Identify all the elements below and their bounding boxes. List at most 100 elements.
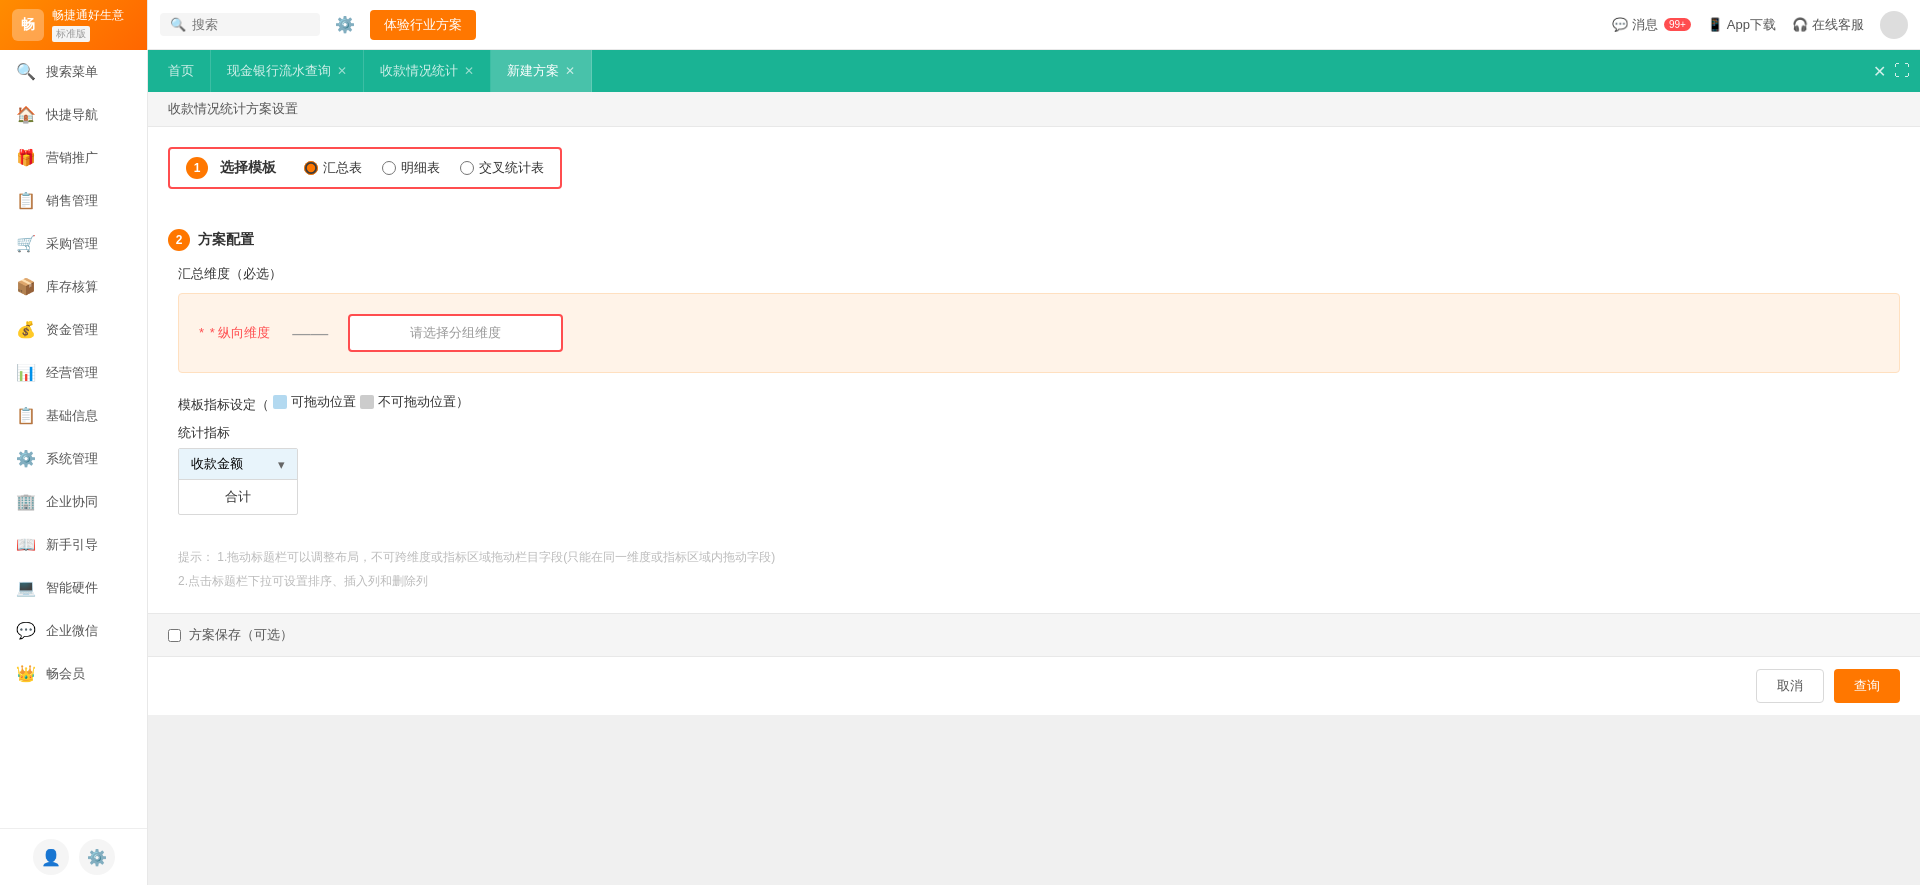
sidebar-item-search-menu[interactable]: 🔍 搜索菜单 xyxy=(0,50,147,93)
sidebar-item-label: 搜索菜单 xyxy=(46,63,98,81)
sidebar-item-label: 系统管理 xyxy=(46,450,98,468)
settings-icon[interactable]: ⚙️ xyxy=(79,839,115,875)
radio-crosstab-input[interactable] xyxy=(460,161,474,175)
tab-bar: 首页 现金银行流水查询 ✕ 收款情况统计 ✕ 新建方案 ✕ ✕ ⛶ xyxy=(148,50,1920,92)
metrics-header-label: 模板指标设定（ 可拖动位置 不可拖动位置） xyxy=(178,393,469,414)
step2-title: 方案配置 xyxy=(198,231,254,249)
radio-summary-input[interactable] xyxy=(304,161,318,175)
tab-bank-flow-close-icon[interactable]: ✕ xyxy=(337,64,347,78)
service-item[interactable]: 🎧 在线客服 xyxy=(1792,16,1864,34)
step1-number: 1 xyxy=(186,157,208,179)
download-label: App下载 xyxy=(1727,16,1776,34)
metrics-table: 收款金额 ▾ 合计 xyxy=(178,448,298,515)
metrics-total-cell: 合计 xyxy=(179,480,297,514)
service-label: 在线客服 xyxy=(1812,16,1864,34)
tab-new-plan[interactable]: 新建方案 ✕ xyxy=(491,50,592,92)
cancel-button[interactable]: 取消 xyxy=(1756,669,1824,703)
cart-icon: 🛒 xyxy=(16,234,36,253)
sidebar-item-operation[interactable]: 📊 经营管理 xyxy=(0,351,147,394)
sidebar-item-system[interactable]: ⚙️ 系统管理 xyxy=(0,437,147,480)
tabs-right-controls: ✕ ⛶ xyxy=(1863,50,1920,92)
home-icon: 🏠 xyxy=(16,105,36,124)
logo-icon: 畅 xyxy=(12,9,44,41)
step2-header: 2 方案配置 xyxy=(168,229,1900,251)
non-draggable-label: 不可拖动位置） xyxy=(378,393,469,411)
query-button[interactable]: 查询 xyxy=(1834,669,1900,703)
metrics-column-header[interactable]: 收款金额 ▾ xyxy=(179,449,297,480)
search-menu-icon: 🔍 xyxy=(16,62,36,81)
tab-new-plan-close-icon[interactable]: ✕ xyxy=(565,64,575,78)
sidebar-item-wechat[interactable]: 💬 企业微信 xyxy=(0,609,147,652)
package-icon: 📦 xyxy=(16,277,36,296)
radio-detail-input[interactable] xyxy=(382,161,396,175)
step1-label: 选择模板 xyxy=(220,159,276,177)
search-icon: 🔍 xyxy=(170,17,186,32)
tab-close-all-icon[interactable]: ✕ xyxy=(1873,62,1886,81)
tab-home[interactable]: 首页 xyxy=(148,50,211,92)
topbar: 🔍 ⚙️ 体验行业方案 💬 消息 99+ 📱 App下载 🎧 在线客服 xyxy=(148,0,1920,50)
sidebar-item-quick-nav[interactable]: 🏠 快捷导航 xyxy=(0,93,147,136)
sidebar-item-basic-info[interactable]: 📋 基础信息 xyxy=(0,394,147,437)
config-area: 汇总维度（必选） * * 纵向维度 —— 请选择分组维度 xyxy=(168,265,1900,593)
download-item[interactable]: 📱 App下载 xyxy=(1707,16,1776,34)
sidebar-item-hardware[interactable]: 💻 智能硬件 xyxy=(0,566,147,609)
sidebar-item-label: 资金管理 xyxy=(46,321,98,339)
sidebar-item-enterprise[interactable]: 🏢 企业协同 xyxy=(0,480,147,523)
metrics-header-row: 模板指标设定（ 可拖动位置 不可拖动位置） xyxy=(178,393,1900,414)
page-body: 1 选择模板 汇总表 明细表 交叉统计表 xyxy=(148,127,1920,613)
metrics-section: 模板指标设定（ 可拖动位置 不可拖动位置） 统计指标 xyxy=(178,393,1900,515)
sidebar-item-label: 畅会员 xyxy=(46,665,85,683)
save-checkbox[interactable] xyxy=(168,629,181,642)
user-icon[interactable]: 👤 xyxy=(33,839,69,875)
dimension-arrow: —— xyxy=(292,323,328,344)
radio-crosstab[interactable]: 交叉统计表 xyxy=(460,159,544,177)
tab-receipt-stat-label: 收款情况统计 xyxy=(380,62,458,80)
message-badge: 99+ xyxy=(1664,18,1691,31)
sidebar-item-guide[interactable]: 📖 新手引导 xyxy=(0,523,147,566)
radio-summary[interactable]: 汇总表 xyxy=(304,159,362,177)
sidebar-item-label: 采购管理 xyxy=(46,235,98,253)
config-subtitle: 汇总维度（必选） xyxy=(178,265,1900,283)
sidebar-item-purchase[interactable]: 🛒 采购管理 xyxy=(0,222,147,265)
sidebar-item-sales[interactable]: 📋 销售管理 xyxy=(0,179,147,222)
tip-1: 提示： 1.拖动标题栏可以调整布局，不可跨维度或指标区域拖动栏目字段(只能在同一… xyxy=(178,545,1900,569)
dimension-select-button[interactable]: 请选择分组维度 xyxy=(348,314,563,352)
radio-crosstab-label: 交叉统计表 xyxy=(479,159,544,177)
metrics-dropdown-icon[interactable]: ▾ xyxy=(278,457,285,472)
main-area: 🔍 ⚙️ 体验行业方案 💬 消息 99+ 📱 App下载 🎧 在线客服 首页 xyxy=(148,0,1920,885)
tab-expand-icon[interactable]: ⛶ xyxy=(1894,62,1910,80)
sidebar-item-marketing[interactable]: 🎁 营销推广 xyxy=(0,136,147,179)
gear-icon: ⚙️ xyxy=(16,449,36,468)
topbar-right: 💬 消息 99+ 📱 App下载 🎧 在线客服 xyxy=(1612,11,1908,39)
tips-section: 提示： 1.拖动标题栏可以调整布局，不可跨维度或指标区域拖动栏目字段(只能在同一… xyxy=(178,545,1900,593)
sidebar-logo: 畅 畅捷通好生意 标准版 xyxy=(0,0,147,50)
step2-container: 2 方案配置 汇总维度（必选） * * 纵向维度 —— 请选择分组维度 xyxy=(168,229,1900,593)
sidebar-item-finance[interactable]: 💰 资金管理 xyxy=(0,308,147,351)
sidebar-item-member[interactable]: 👑 畅会员 xyxy=(0,652,147,695)
step1-container: 1 选择模板 汇总表 明细表 交叉统计表 xyxy=(168,147,1900,209)
message-item[interactable]: 💬 消息 99+ xyxy=(1612,16,1691,34)
search-box[interactable]: 🔍 xyxy=(160,13,320,36)
sidebar-item-inventory[interactable]: 📦 库存核算 xyxy=(0,265,147,308)
sidebar-item-label: 智能硬件 xyxy=(46,579,98,597)
search-input[interactable] xyxy=(192,17,310,32)
trial-button[interactable]: 体验行业方案 xyxy=(370,10,476,40)
enterprise-icon: 🏢 xyxy=(16,492,36,511)
metrics-label-row: 统计指标 xyxy=(178,424,1900,442)
message-icon: 💬 xyxy=(1612,17,1628,32)
radio-detail-label: 明细表 xyxy=(401,159,440,177)
money-icon: 💰 xyxy=(16,320,36,339)
info-icon: 📋 xyxy=(16,406,36,425)
user-avatar[interactable] xyxy=(1880,11,1908,39)
settings-gear-icon[interactable]: ⚙️ xyxy=(330,10,360,40)
metrics-column-name: 收款金额 xyxy=(191,455,243,473)
sidebar: 畅 畅捷通好生意 标准版 🔍 搜索菜单 🏠 快捷导航 🎁 营销推广 📋 销售管理… xyxy=(0,0,148,885)
sidebar-item-label: 营销推广 xyxy=(46,149,98,167)
save-label: 方案保存（可选） xyxy=(189,626,293,644)
sidebar-item-label: 经营管理 xyxy=(46,364,98,382)
tab-bank-flow[interactable]: 现金银行流水查询 ✕ xyxy=(211,50,364,92)
tab-receipt-stat-close-icon[interactable]: ✕ xyxy=(464,64,474,78)
logo-text: 畅捷通好生意 xyxy=(52,8,124,24)
radio-detail[interactable]: 明细表 xyxy=(382,159,440,177)
tab-receipt-stat[interactable]: 收款情况统计 ✕ xyxy=(364,50,491,92)
